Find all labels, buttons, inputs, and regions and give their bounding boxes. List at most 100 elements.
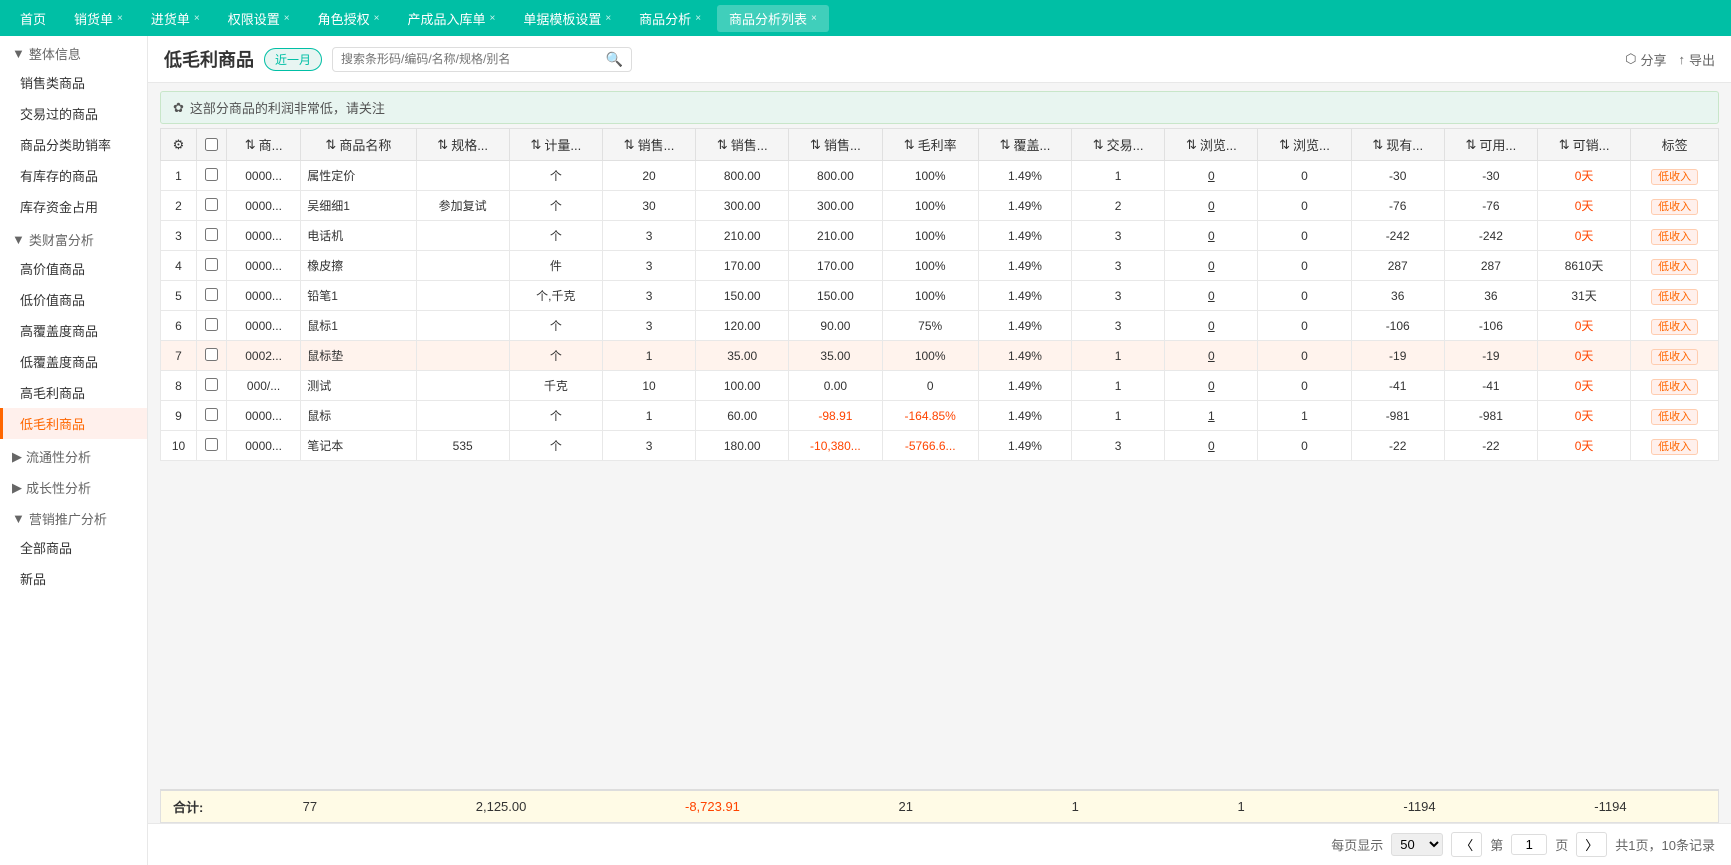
nav-roles[interactable]: 角色授权 × — [306, 5, 392, 32]
share-button[interactable]: ⬡ 分享 — [1625, 50, 1666, 69]
footer-sales-profit: -8,723.91 — [685, 799, 740, 814]
checkbox-cell[interactable] — [197, 371, 227, 401]
sidebar-item-high-coverage[interactable]: 高覆盖度商品 — [0, 315, 147, 346]
nav-product-analysis[interactable]: 商品分析 × — [627, 5, 713, 32]
col-checkbox-all[interactable] — [197, 129, 227, 161]
sidebar-item-sales-goods[interactable]: 销售类商品 — [0, 67, 147, 98]
view1-cell[interactable]: 0 — [1165, 371, 1258, 401]
sidebar-item-high-margin[interactable]: 高毛利商品 — [0, 377, 147, 408]
checkbox-cell[interactable] — [197, 401, 227, 431]
checkbox-cell[interactable] — [197, 341, 227, 371]
col-code-header[interactable]: ⇅商... — [227, 129, 301, 161]
nav-permissions[interactable]: 权限设置 × — [216, 5, 302, 32]
row-checkbox[interactable] — [205, 378, 218, 391]
view1-cell[interactable]: 0 — [1165, 341, 1258, 371]
checkbox-cell[interactable] — [197, 221, 227, 251]
view1-cell[interactable]: 0 — [1165, 251, 1258, 281]
view1-cell[interactable]: 0 — [1165, 191, 1258, 221]
row-checkbox[interactable] — [205, 438, 218, 451]
col-view1-header[interactable]: ⇅浏览... — [1165, 129, 1258, 161]
sidebar-group-circulation[interactable]: ▶ 流通性分析 — [0, 439, 147, 470]
sidebar-item-low-margin[interactable]: 低毛利商品 — [0, 408, 147, 439]
row-checkbox[interactable] — [205, 408, 218, 421]
nav-finished-goods[interactable]: 产成品入库单 × — [395, 5, 507, 32]
col-coverage-header[interactable]: ⇅覆盖... — [978, 129, 1071, 161]
close-icon[interactable]: × — [117, 13, 123, 24]
row-checkbox[interactable] — [205, 258, 218, 271]
nav-sales[interactable]: 销货单 × — [62, 5, 135, 32]
close-icon[interactable]: × — [489, 13, 495, 24]
sidebar-group-marketing[interactable]: ▼ 营销推广分析 — [0, 501, 147, 532]
row-checkbox[interactable] — [205, 348, 218, 361]
chevron-down-icon: ▼ — [12, 511, 25, 526]
nav-purchase[interactable]: 进货单 × — [139, 5, 212, 32]
col-usable-header[interactable]: ⇅可用... — [1444, 129, 1537, 161]
col-sales-qty-header[interactable]: ⇅销售... — [602, 129, 695, 161]
checkbox-cell[interactable] — [197, 161, 227, 191]
close-icon[interactable]: × — [194, 13, 200, 24]
nav-home[interactable]: 首页 — [8, 5, 58, 32]
row-checkbox[interactable] — [205, 318, 218, 331]
close-icon[interactable]: × — [695, 13, 701, 24]
sidebar-item-category-rate[interactable]: 商品分类助销率 — [0, 129, 147, 160]
sidebar-item-in-stock[interactable]: 有库存的商品 — [0, 160, 147, 191]
view1-cell[interactable]: 0 — [1165, 281, 1258, 311]
sidebar-item-all-goods[interactable]: 全部商品 — [0, 532, 147, 563]
search-box[interactable]: 🔍 — [332, 47, 632, 72]
nav-analysis-list[interactable]: 商品分析列表 × — [717, 5, 829, 32]
date-filter-button[interactable]: 近一月 — [264, 48, 322, 71]
export-button[interactable]: ↑ 导出 — [1678, 50, 1715, 69]
sidebar-item-new-goods[interactable]: 新品 — [0, 563, 147, 594]
view1-cell[interactable]: 1 — [1165, 401, 1258, 431]
sidebar-group-overall[interactable]: ▼ 整体信息 — [0, 36, 147, 67]
checkbox-cell[interactable] — [197, 251, 227, 281]
sidebar-item-low-value[interactable]: 低价值商品 — [0, 284, 147, 315]
col-view2-header[interactable]: ⇅浏览... — [1258, 129, 1351, 161]
col-trade-header[interactable]: ⇅交易... — [1072, 129, 1165, 161]
checkbox-cell[interactable] — [197, 311, 227, 341]
prev-page-button[interactable]: 〈 — [1451, 832, 1482, 857]
view1-cell[interactable]: 0 — [1165, 161, 1258, 191]
unit-cell: 千克 — [509, 371, 602, 401]
sidebar-item-high-value[interactable]: 高价值商品 — [0, 253, 147, 284]
col-tag-header[interactable]: 标签 — [1631, 129, 1719, 161]
col-unit-header[interactable]: ⇅计量... — [509, 129, 602, 161]
col-current-header[interactable]: ⇅现有... — [1351, 129, 1444, 161]
checkbox-cell[interactable] — [197, 281, 227, 311]
sidebar-group-wealth[interactable]: ▼ 类财富分析 — [0, 222, 147, 253]
sidebar-group-growth[interactable]: ▶ 成长性分析 — [0, 470, 147, 501]
close-icon[interactable]: × — [811, 13, 817, 24]
close-icon[interactable]: × — [374, 13, 380, 24]
close-icon[interactable]: × — [284, 13, 290, 24]
col-gross-rate-header[interactable]: ⇅毛利率 — [882, 129, 978, 161]
sidebar-item-traded-goods[interactable]: 交易过的商品 — [0, 98, 147, 129]
checkbox-cell[interactable] — [197, 431, 227, 461]
view1-cell[interactable]: 0 — [1165, 221, 1258, 251]
nav-template-settings[interactable]: 单据模板设置 × — [511, 5, 623, 32]
tag-cell: 低收入 — [1631, 311, 1719, 341]
checkbox-cell[interactable] — [197, 191, 227, 221]
col-sellable-header[interactable]: ⇅可销... — [1537, 129, 1630, 161]
col-sales-profit-header[interactable]: ⇅销售... — [789, 129, 882, 161]
view1-cell[interactable]: 0 — [1165, 431, 1258, 461]
col-settings[interactable]: ⚙ — [161, 129, 197, 161]
row-checkbox[interactable] — [205, 228, 218, 241]
col-spec-header[interactable]: ⇅规格... — [416, 129, 509, 161]
search-input[interactable] — [341, 52, 600, 66]
search-icon[interactable]: 🔍 — [606, 51, 623, 68]
row-checkbox[interactable] — [205, 198, 218, 211]
col-sales-price-header[interactable]: ⇅销售... — [696, 129, 789, 161]
select-all-checkbox[interactable] — [205, 138, 218, 151]
col-name-header[interactable]: ⇅商品名称 — [301, 129, 416, 161]
sidebar-item-low-coverage[interactable]: 低覆盖度商品 — [0, 346, 147, 377]
sidebar-item-stock-capital[interactable]: 库存资金占用 — [0, 191, 147, 222]
page-number-input[interactable] — [1511, 834, 1547, 855]
row-checkbox[interactable] — [205, 168, 218, 181]
next-page-button[interactable]: 〉 — [1576, 832, 1607, 857]
data-table-container: ⚙ ⇅商... ⇅商品名称 ⇅规格... — [160, 128, 1719, 789]
row-checkbox[interactable] — [205, 288, 218, 301]
coverage-cell: 1.49% — [978, 371, 1071, 401]
per-page-select[interactable]: 50 20 100 — [1391, 833, 1443, 856]
view1-cell[interactable]: 0 — [1165, 311, 1258, 341]
close-icon[interactable]: × — [605, 13, 611, 24]
